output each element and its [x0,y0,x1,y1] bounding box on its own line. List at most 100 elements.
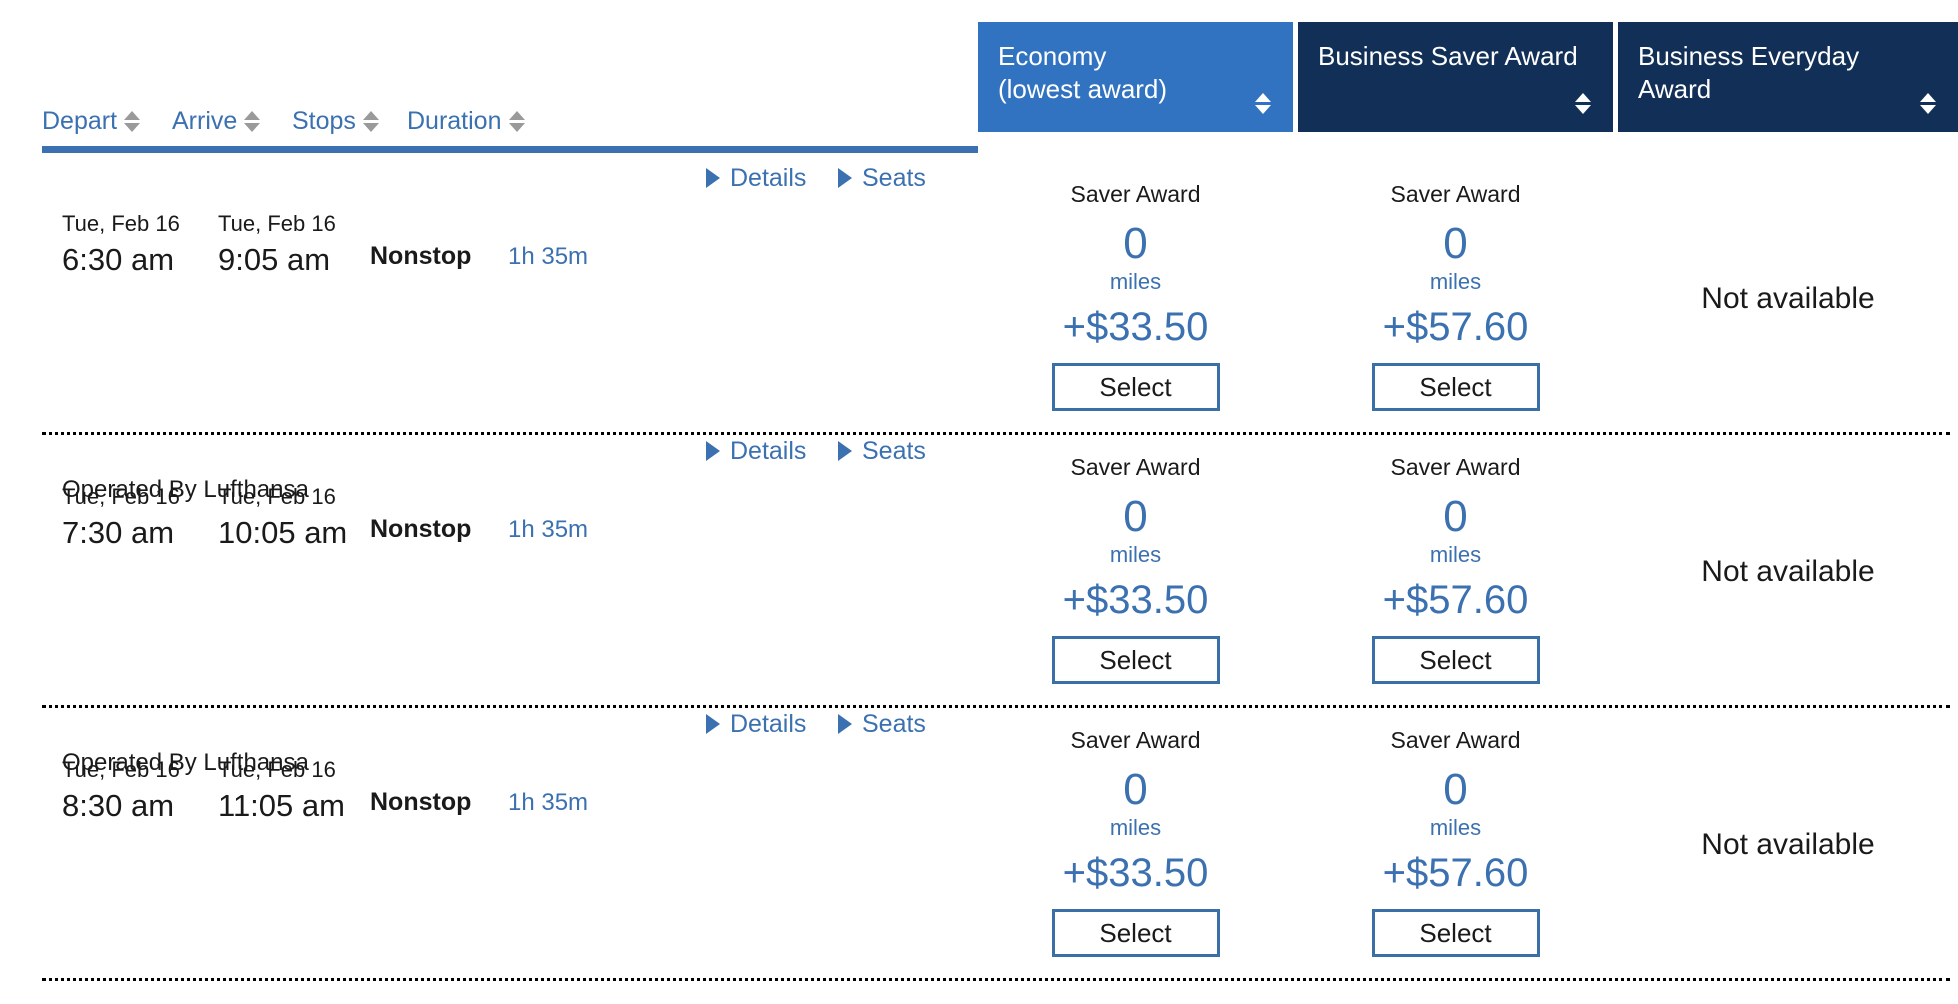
duration-value: 1h 35m [508,243,589,270]
sort-updown-icon[interactable] [1920,93,1936,114]
duration-value: 1h 35m [508,516,589,543]
sort-updown-icon [244,110,261,132]
table-row: Tue, Feb 16 8:30 am Tue, Feb 16 11:05 am… [0,708,1958,981]
arrive-segment: Tue, Feb 16 11:05 am [218,756,345,826]
award-miles-unit: miles [1429,815,1482,840]
fare-cell-business-everyday-award: Not available [1618,435,1958,708]
not-available-label: Not available [1701,281,1875,315]
fare-column-header-business-saver-award[interactable]: Business Saver Award [1298,22,1613,132]
seats-link[interactable]: Seats [838,162,926,194]
results-table-header: Depart Arrive Stops Duration Economy (lo… [0,0,1958,162]
details-link-label: Details [730,164,807,192]
fare-column-header-business-everyday-award[interactable]: Business Everyday Award [1618,22,1958,132]
award-miles-value: 0 [1123,492,1148,541]
flight-info-cell: Tue, Feb 16 6:30 am Tue, Feb 16 9:05 am … [0,162,978,503]
sort-header-arrive[interactable]: Arrive [172,106,292,136]
fare-cell-economy: Saver Award 0 miles +$33.50 Select [978,708,1293,981]
select-button[interactable]: Select [1371,909,1540,957]
select-button[interactable]: Select [1051,909,1220,957]
duration-value: 1h 35m [508,789,589,816]
award-miles-unit: miles [1429,542,1482,567]
award-price-value: +$57.60 [1382,578,1529,622]
fare-cell-business-everyday-award: Not available [1618,708,1958,981]
depart-time: 6:30 am [62,242,175,277]
arrive-date: Tue, Feb 16 [218,484,336,509]
seats-link-label: Seats [862,710,926,738]
sort-updown-icon [508,110,525,132]
flight-info-cell: Tue, Feb 16 8:30 am Tue, Feb 16 11:05 am… [0,708,978,981]
depart-segment: Tue, Feb 16 8:30 am [62,756,180,826]
select-button[interactable]: Select [1371,363,1540,411]
flight-award-results-page: Depart Arrive Stops Duration Economy (lo… [0,0,1958,1004]
fare-cell-business-everyday-award: Not available [1618,162,1958,435]
fare-column-header-economy-line2: (lowest award) [998,74,1168,104]
fare-column-header-business-saver-award-label: Business Saver Award [1318,41,1578,71]
details-link-label: Details [730,437,807,465]
fare-cell-business-saver-award: Saver Award 0 miles +$57.60 Select [1298,435,1613,708]
table-row: Tue, Feb 16 6:30 am Tue, Feb 16 9:05 am … [0,162,1958,503]
award-type-label: Saver Award [1070,727,1201,753]
sort-updown-icon[interactable] [1255,93,1271,114]
award-price-value: +$33.50 [1062,305,1209,349]
fare-cell-business-saver-award: Saver Award 0 miles +$57.60 Select [1298,162,1613,435]
caret-right-icon [838,714,852,734]
sort-updown-icon [124,110,141,132]
select-button[interactable]: Select [1051,636,1220,684]
award-price-value: +$57.60 [1382,305,1529,349]
fare-cell-economy: Saver Award 0 miles +$33.50 Select [978,435,1293,708]
caret-right-icon [838,441,852,461]
award-miles-value: 0 [1443,765,1468,814]
seats-link-label: Seats [862,437,926,465]
stops-value: Nonstop [370,515,472,543]
row-divider [42,978,1950,981]
award-miles-unit: miles [1109,815,1162,840]
award-miles-value: 0 [1123,765,1148,814]
header-underline [42,146,978,153]
not-available-label: Not available [1701,827,1875,861]
award-type-label: Saver Award [1070,181,1201,207]
award-price-value: +$33.50 [1062,851,1209,895]
details-link[interactable]: Details [706,708,806,740]
flight-info-cell: Tue, Feb 16 7:30 am Tue, Feb 16 10:05 am… [0,435,978,776]
sort-header-stops-label: Stops [292,107,356,135]
stops-value: Nonstop [370,788,472,816]
depart-date: Tue, Feb 16 [62,211,180,236]
sort-updown-icon[interactable] [1575,93,1591,114]
caret-right-icon [706,714,720,734]
seats-link-label: Seats [862,164,926,192]
award-miles-value: 0 [1123,219,1148,268]
arrive-segment: Tue, Feb 16 10:05 am [218,483,347,553]
table-row: Tue, Feb 16 7:30 am Tue, Feb 16 10:05 am… [0,435,1958,776]
details-link[interactable]: Details [706,162,806,194]
sort-updown-icon [362,110,379,132]
award-type-label: Saver Award [1390,181,1521,207]
seats-link[interactable]: Seats [838,708,926,740]
sort-header-stops[interactable]: Stops [292,106,407,136]
award-miles-unit: miles [1109,269,1162,294]
sort-header-duration[interactable]: Duration [407,106,537,136]
stops-value: Nonstop [370,242,472,270]
depart-time: 8:30 am [62,788,175,823]
sort-header-depart[interactable]: Depart [42,106,172,136]
fare-column-header-business-everyday-award-label: Business Everyday Award [1638,41,1860,104]
not-available-label: Not available [1701,554,1875,588]
select-button[interactable]: Select [1051,363,1220,411]
depart-time: 7:30 am [62,515,175,550]
fare-column-header-economy[interactable]: Economy (lowest award) [978,22,1293,132]
sort-header-group: Depart Arrive Stops Duration [42,106,537,136]
select-button[interactable]: Select [1371,636,1540,684]
arrive-segment: Tue, Feb 16 9:05 am [218,210,336,280]
award-type-label: Saver Award [1390,727,1521,753]
award-miles-value: 0 [1443,492,1468,541]
award-miles-value: 0 [1443,219,1468,268]
sort-header-arrive-label: Arrive [172,107,238,135]
depart-segment: Tue, Feb 16 6:30 am [62,210,180,280]
depart-date: Tue, Feb 16 [62,757,180,782]
flight-results-list: Tue, Feb 16 6:30 am Tue, Feb 16 9:05 am … [0,162,1958,981]
award-price-value: +$57.60 [1382,851,1529,895]
caret-right-icon [706,441,720,461]
award-type-label: Saver Award [1390,454,1521,480]
seats-link[interactable]: Seats [838,435,926,467]
caret-right-icon [706,168,720,188]
details-link[interactable]: Details [706,435,806,467]
